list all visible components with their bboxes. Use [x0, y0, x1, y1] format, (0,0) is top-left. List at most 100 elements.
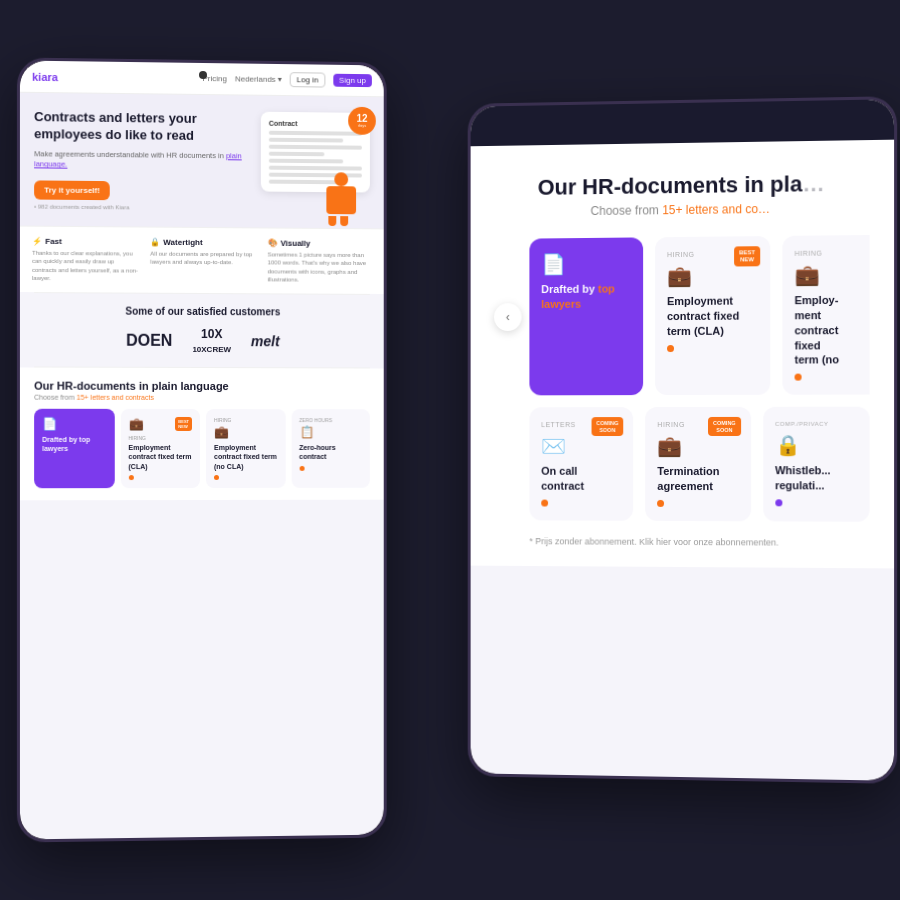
line-5	[269, 159, 344, 164]
hero-cta-button[interactable]: Try it yourself!	[34, 180, 110, 200]
tablet-right: Our HR-documents in pla… Choose from 15+…	[468, 96, 897, 784]
right-icon-on-call: ✉️	[541, 434, 621, 458]
logo-10xcrew: 10X10XCREW	[192, 327, 231, 355]
right-dot-termination	[657, 500, 664, 507]
hero-headline: Contracts and letters your employees do …	[34, 109, 251, 145]
feature-fast: ⚡ Fast Thanks to our clear explanations,…	[32, 237, 138, 283]
zero-hours-icon: 📋	[299, 425, 362, 439]
employment-no-cla-icon: 💼	[214, 425, 277, 439]
plain-language-link[interactable]: plain language.	[34, 151, 242, 169]
nav-signup-button[interactable]: Sign up	[333, 74, 372, 87]
right-main-title: Our HR-documents in pla…	[494, 170, 870, 201]
right-badge-best: BESTNEW	[734, 246, 760, 267]
logo-doen: DOEN	[126, 332, 172, 350]
nav-nederlands[interactable]: Nederlands ▾	[235, 74, 282, 84]
line-6	[269, 166, 362, 171]
right-top-bar	[471, 99, 894, 146]
hero-section: Contracts and letters your employees do …	[20, 93, 384, 228]
hr-section-left: Our HR-documents in plain language Choos…	[20, 368, 384, 500]
hero-description: Make agreements understandable with HR d…	[34, 149, 251, 172]
feature-watertight-desc: All our documents are prepared by top la…	[150, 249, 255, 266]
carousel-row1: ‹ 📄 Drafted by toplawyers BESTNEW HIRING…	[494, 235, 870, 396]
right-label-whistleblower: COMP./PRIVACY	[775, 421, 857, 427]
right-title-cla: Employment contract fixed term (CLA)	[667, 293, 758, 338]
zero-hours-label: ZERO HOURS	[299, 417, 362, 423]
fast-icon: ⚡	[32, 237, 42, 246]
nav-links: Pricing Nederlands ▾ Log in Sign up	[202, 71, 371, 88]
right-icon-no-cla: 💼	[795, 262, 870, 287]
employment-cla-label: HIRING	[128, 435, 192, 441]
camera-dot	[199, 71, 207, 79]
footnote: * Prijs zonder abonnement. Klik hier voo…	[494, 536, 870, 548]
dot-no-cla	[214, 475, 219, 480]
drafted-right-title: Drafted by toplawyers	[541, 281, 631, 311]
right-dot-no-cla	[795, 374, 802, 381]
right-count[interactable]: 15+ letters and co…	[662, 202, 770, 217]
feature-visually: 🎨 Visually Sometimes 1 picture says more…	[267, 238, 371, 284]
right-card-whistleblower[interactable]: COMP./PRIVACY 🔒 Whistleb...regulati...	[763, 407, 870, 522]
right-main-subtitle: Choose from 15+ letters and co…	[494, 201, 870, 220]
employment-cla-title: Employment contract fixed term (CLA)	[128, 443, 192, 470]
badge-label: days	[358, 124, 366, 128]
line-4	[269, 152, 325, 157]
tablet-left: kiara Pricing Nederlands ▾ Log in Sign u…	[17, 57, 387, 842]
customers-logos: DOEN 10X10XCREW melt	[34, 327, 370, 356]
feature-visually-title: 🎨 Visually	[267, 238, 371, 248]
doc-card-drafted[interactable]: 📄 Drafted by top lawyers	[34, 409, 114, 488]
nav-logo: kiara	[32, 70, 58, 82]
right-card-termination[interactable]: COMINGSOON HIRING 💼 Termination agreemen…	[645, 407, 750, 521]
right-card-drafted[interactable]: 📄 Drafted by toplawyers	[529, 237, 643, 395]
right-card-on-call[interactable]: COMINGSOON LETTERS ✉️ On call contract	[529, 407, 633, 520]
feature-watertight-title: 🔒 Watertight	[150, 237, 255, 247]
drafted-title: Drafted by top lawyers	[42, 435, 106, 453]
hr-subtitle-left: Choose from 15+ letters and contracts	[34, 394, 370, 402]
right-icon-cla: 💼	[667, 263, 758, 288]
doc-card-employment-no-cla[interactable]: HIRING 💼 Employment contract fixed term …	[206, 409, 285, 487]
right-content: Our HR-documents in pla… Choose from 15+…	[471, 140, 894, 569]
employment-no-cla-title: Employment contract fixed term (no CLA)	[214, 443, 277, 470]
carousel-prev-button[interactable]: ‹	[494, 303, 521, 331]
right-icon-termination: 💼	[657, 434, 738, 458]
line-1	[269, 131, 362, 136]
line-2	[269, 138, 344, 143]
features-row: ⚡ Fast Thanks to our clear explanations,…	[20, 225, 384, 294]
dot-zero	[299, 465, 304, 470]
customers-section: Some of our satisfied customers DOEN 10X…	[20, 293, 384, 368]
dot-cla	[128, 475, 133, 480]
right-badge-coming-oncall: COMINGSOON	[591, 417, 623, 436]
employment-cla-icon: 💼	[128, 417, 143, 431]
hero-bottom-text: • 982 documents created with Kiara	[34, 203, 251, 211]
carousel-cards-row1: 📄 Drafted by toplawyers BESTNEW HIRING 💼…	[529, 235, 869, 396]
visually-icon: 🎨	[267, 238, 277, 247]
right-label-no-cla: HIRING	[795, 249, 870, 257]
right-dot-whistleblower	[775, 499, 782, 506]
feature-watertight: 🔒 Watertight All our documents are prepa…	[150, 237, 255, 283]
drafted-icon: 📄	[42, 417, 106, 431]
watertight-icon: 🔒	[150, 237, 160, 246]
line-3	[269, 145, 362, 150]
right-title-whistleblower: Whistleb...regulati...	[775, 463, 857, 493]
customers-title: Some of our satisfied customers	[34, 305, 370, 318]
hr-count[interactable]: 15+ letters and contracts	[77, 394, 154, 401]
scene: kiara Pricing Nederlands ▾ Log in Sign u…	[0, 0, 900, 900]
hero-text: Contracts and letters your employees do …	[34, 109, 251, 211]
right-card-employment-cla[interactable]: BESTNEW HIRING 💼 Employment contract fix…	[655, 236, 770, 395]
feature-fast-title: ⚡ Fast	[32, 237, 138, 247]
drafted-right-icon: 📄	[541, 251, 631, 276]
right-dot-on-call	[541, 499, 548, 506]
carousel-cards-row2: COMINGSOON LETTERS ✉️ On call contract C…	[494, 407, 870, 522]
doc-card-zero-hours[interactable]: ZERO HOURS 📋 Zero-hours contract	[291, 409, 370, 487]
feature-fast-desc: Thanks to our clear explanations, you ca…	[32, 249, 138, 283]
feature-visually-desc: Sometimes 1 picture says more than 1000 …	[267, 250, 371, 284]
doc-card-employment-cla[interactable]: 💼 BESTNEW HIRING Employment contract fix…	[120, 409, 200, 488]
right-dot-cla	[667, 345, 674, 352]
right-card-employment-no-cla[interactable]: HIRING 💼 Employ-mentcontractfixedterm (n…	[782, 235, 869, 395]
hero-figure	[320, 172, 365, 222]
zero-hours-title: Zero-hours contract	[299, 443, 362, 461]
employment-no-cla-label: HIRING	[214, 417, 277, 423]
docs-carousel-left: 📄 Drafted by top lawyers 💼 BESTNEW HIRIN…	[34, 409, 370, 488]
hero-card-area: 12 days Contract	[261, 112, 370, 212]
logo-melt: melt	[251, 334, 280, 350]
right-title-termination: Termination agreement	[657, 464, 738, 494]
nav-login-button[interactable]: Log in	[290, 72, 326, 87]
